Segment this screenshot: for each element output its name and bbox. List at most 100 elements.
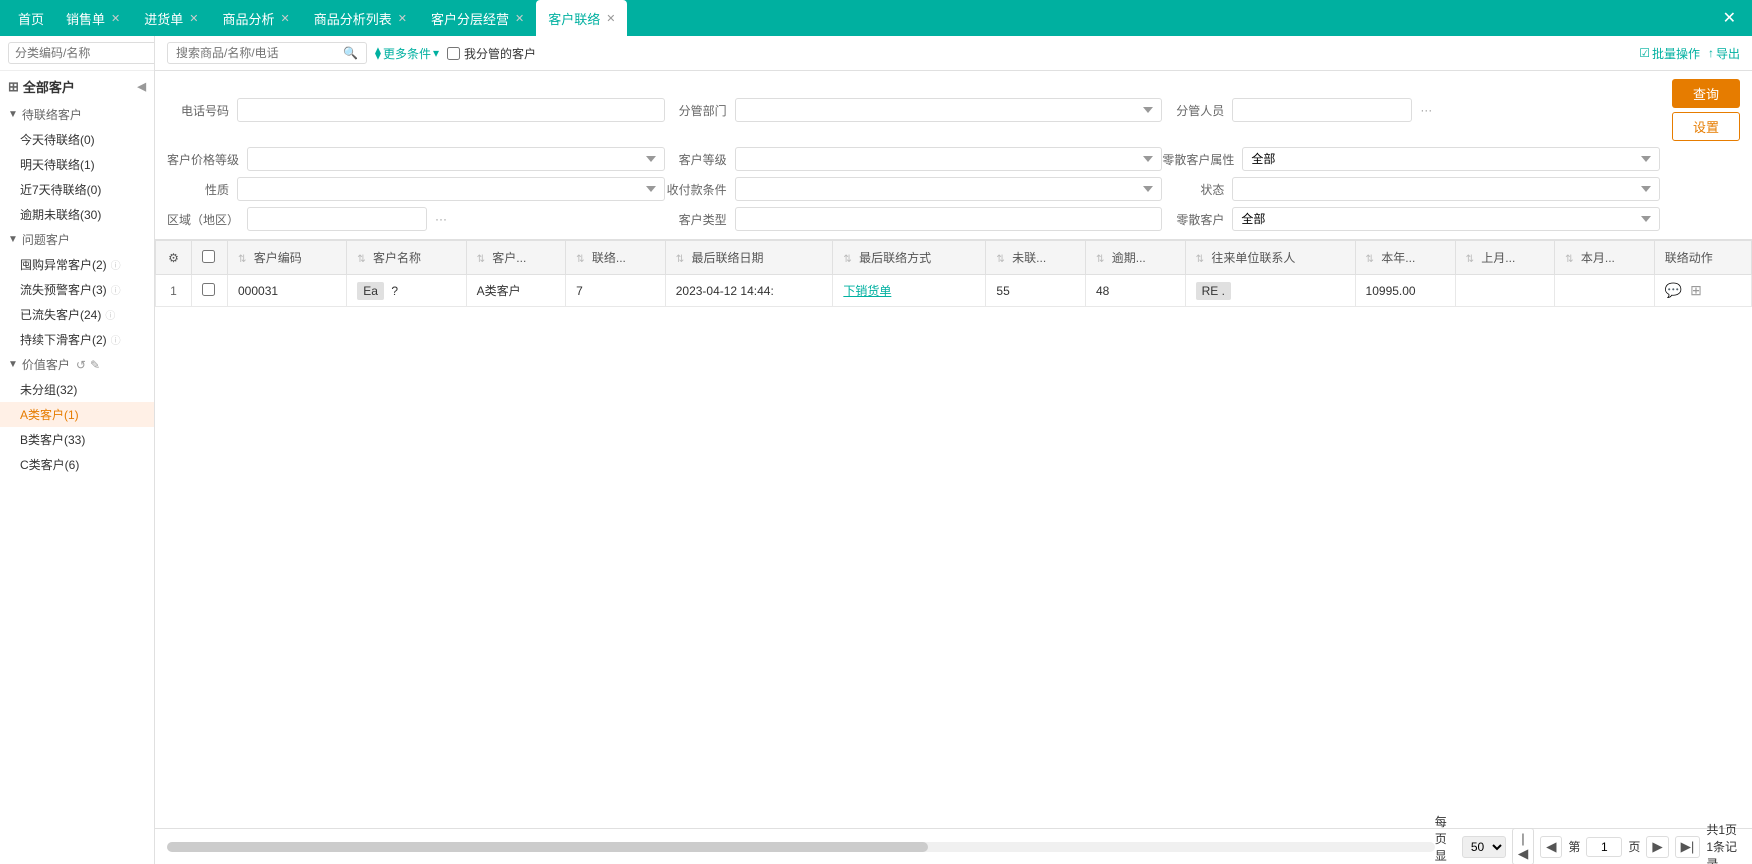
main-search-input[interactable] (176, 46, 343, 60)
query-button[interactable]: 查询 (1672, 79, 1740, 108)
row-checkbox-cell[interactable] (192, 275, 228, 307)
filter-cust-type: 客户类型 (665, 207, 1163, 231)
sidebar-item-7days[interactable]: 近7天待联络(0) (0, 177, 154, 202)
gear-icon[interactable]: ⚙ (168, 251, 179, 265)
tab-product-analysis-list[interactable]: 商品分析列表 ✕ (302, 0, 419, 36)
close-product-list-tab[interactable]: ✕ (398, 12, 407, 25)
col-last-date[interactable]: ⇅ 最后联络日期 (665, 241, 833, 275)
settings-button[interactable]: 设置 (1672, 112, 1740, 141)
sidebar-item-churn-warning[interactable]: 流失预警客户(3) ⓘ (0, 277, 154, 302)
retail-select[interactable]: 全部 (1232, 207, 1660, 231)
payment-select[interactable] (735, 177, 1163, 201)
last-page-btn[interactable]: ▶| (1675, 836, 1701, 858)
sidebar-item-overdue[interactable]: 逾期未联络(30) (0, 202, 154, 227)
sidebar-item-class-b[interactable]: B类客户(33) (0, 427, 154, 452)
all-customers-header[interactable]: ⊞ 全部客户 ◀ (0, 71, 154, 102)
region-input[interactable] (247, 207, 427, 231)
col-name[interactable]: ⇅ 客户名称 (347, 241, 466, 275)
problem-customers-group[interactable]: ▼ 问题客户 (0, 227, 154, 252)
row-checkbox[interactable] (202, 283, 215, 296)
pending-contact-group[interactable]: ▼ 待联络客户 (0, 102, 154, 127)
col-type[interactable]: ⇅ 客户... (466, 241, 566, 275)
price-grade-select[interactable] (247, 147, 665, 171)
tab-purchase[interactable]: 进货单 ✕ (132, 0, 210, 36)
qr-icon[interactable]: ⊞ (1690, 282, 1702, 299)
main-search-icon[interactable]: 🔍 (343, 46, 358, 60)
next-page-btn[interactable]: ▶ (1646, 836, 1668, 858)
close-sales-tab[interactable]: ✕ (111, 12, 120, 25)
sidebar-item-declining[interactable]: 持续下滑客户(2) ⓘ (0, 327, 154, 352)
select-all-checkbox[interactable] (202, 250, 215, 263)
my-customers-checkbox-label[interactable]: 我分管的客户 (447, 45, 536, 62)
batch-op-button[interactable]: ☑ 批量操作 (1639, 45, 1700, 62)
status-select[interactable] (1232, 177, 1660, 201)
export-button[interactable]: ↑ 导出 (1708, 45, 1740, 62)
col-checkbox[interactable] (192, 241, 228, 275)
row-not-contacted: 55 (986, 275, 1086, 307)
col-overdue[interactable]: ⇅ 逾期... (1086, 241, 1186, 275)
filter-phone: 电话号码 (167, 98, 665, 122)
filter-status: 状态 (1162, 177, 1660, 201)
col-last-method[interactable]: ⇅ 最后联络方式 (833, 241, 986, 275)
comment-icon[interactable]: 💬 (1665, 282, 1682, 299)
horizontal-scrollbar[interactable] (167, 842, 1435, 852)
col-this-month[interactable]: ⇅ 本月... (1555, 241, 1655, 275)
col-gear[interactable]: ⚙ (156, 241, 192, 275)
filter-retail-attr: 零散客户属性 全部 (1162, 147, 1660, 171)
edit-icon[interactable]: ✎ (90, 358, 100, 372)
cust-type-input[interactable] (735, 207, 1163, 231)
col-this-year[interactable]: ⇅ 本年... (1355, 241, 1455, 275)
first-page-btn[interactable]: |◀ (1512, 828, 1534, 864)
col-contact-num[interactable]: ⇅ 联络... (566, 241, 666, 275)
more-filters-button[interactable]: ⧫ 更多条件 ▾ (375, 45, 439, 62)
tab-customer-segment[interactable]: 客户分层经营 ✕ (419, 0, 536, 36)
collapse-icon[interactable]: ◀ (138, 80, 146, 93)
tab-product-analysis[interactable]: 商品分析 ✕ (210, 0, 301, 36)
info-icon-2: ⓘ (111, 282, 121, 297)
sort-icon-tm: ⇅ (1565, 254, 1573, 265)
col-code[interactable]: ⇅ 客户编码 (228, 241, 347, 275)
prev-page-btn[interactable]: ◀ (1540, 836, 1562, 858)
problem-group-label: 问题客户 (22, 231, 70, 248)
sidebar-item-class-a[interactable]: A类客户(1) (0, 402, 154, 427)
value-customers-group[interactable]: ▼ 价值客户 ↺ ✎ (0, 352, 154, 377)
nature-select[interactable] (237, 177, 665, 201)
action-buttons: 查询 设置 (1672, 79, 1740, 141)
tab-sales[interactable]: 销售单 ✕ (54, 0, 132, 36)
row-last-method[interactable]: 下销货单 (833, 275, 986, 307)
dept-select[interactable] (735, 98, 1163, 122)
region-dots[interactable]: ··· (427, 208, 455, 230)
page-unit: 页 (1628, 838, 1640, 855)
sidebar-item-ungrouped[interactable]: 未分组(32) (0, 377, 154, 402)
sort-icon-lm: ⇅ (1466, 254, 1474, 265)
refresh-icon[interactable]: ↺ (76, 358, 86, 372)
sidebar-search-input[interactable] (8, 42, 155, 64)
retail-attr-select[interactable]: 全部 (1242, 147, 1660, 171)
staff-dots[interactable]: ··· (1412, 99, 1440, 121)
per-page-select[interactable]: 50 (1462, 836, 1506, 858)
close-product-tab[interactable]: ✕ (281, 12, 290, 25)
sort-icon-code: ⇅ (238, 254, 246, 265)
customer-grade-select[interactable] (735, 147, 1163, 171)
sidebar-item-class-c[interactable]: C类客户(6) (0, 452, 154, 477)
my-customers-checkbox[interactable] (447, 47, 460, 60)
close-purchase-tab[interactable]: ✕ (189, 12, 198, 25)
row-action-icons: 💬 ⊞ (1665, 282, 1741, 299)
col-unit-contact[interactable]: ⇅ 往来单位联系人 (1185, 241, 1355, 275)
home-tab[interactable]: 首页 (8, 0, 54, 36)
top-close-button[interactable]: ✕ (1715, 8, 1744, 28)
scrollbar-thumb[interactable] (167, 842, 928, 852)
col-last-month[interactable]: ⇅ 上月... (1455, 241, 1555, 275)
sidebar-item-churned[interactable]: 已流失客户(24) ⓘ (0, 302, 154, 327)
close-contact-tab[interactable]: ✕ (606, 12, 615, 25)
sidebar-item-today[interactable]: 今天待联络(0) (0, 127, 154, 152)
page-input[interactable] (1586, 837, 1622, 857)
sidebar-item-hoarding[interactable]: 囤购异常客户(2) ⓘ (0, 252, 154, 277)
phone-input[interactable] (237, 98, 665, 122)
staff-input[interactable] (1232, 98, 1412, 122)
close-segment-tab[interactable]: ✕ (515, 12, 524, 25)
last-method-link[interactable]: 下销货单 (843, 284, 891, 298)
sidebar-item-tomorrow[interactable]: 明天待联络(1) (0, 152, 154, 177)
tab-customer-contact[interactable]: 客户联络 ✕ (536, 0, 627, 36)
col-not-contacted[interactable]: ⇅ 未联... (986, 241, 1086, 275)
